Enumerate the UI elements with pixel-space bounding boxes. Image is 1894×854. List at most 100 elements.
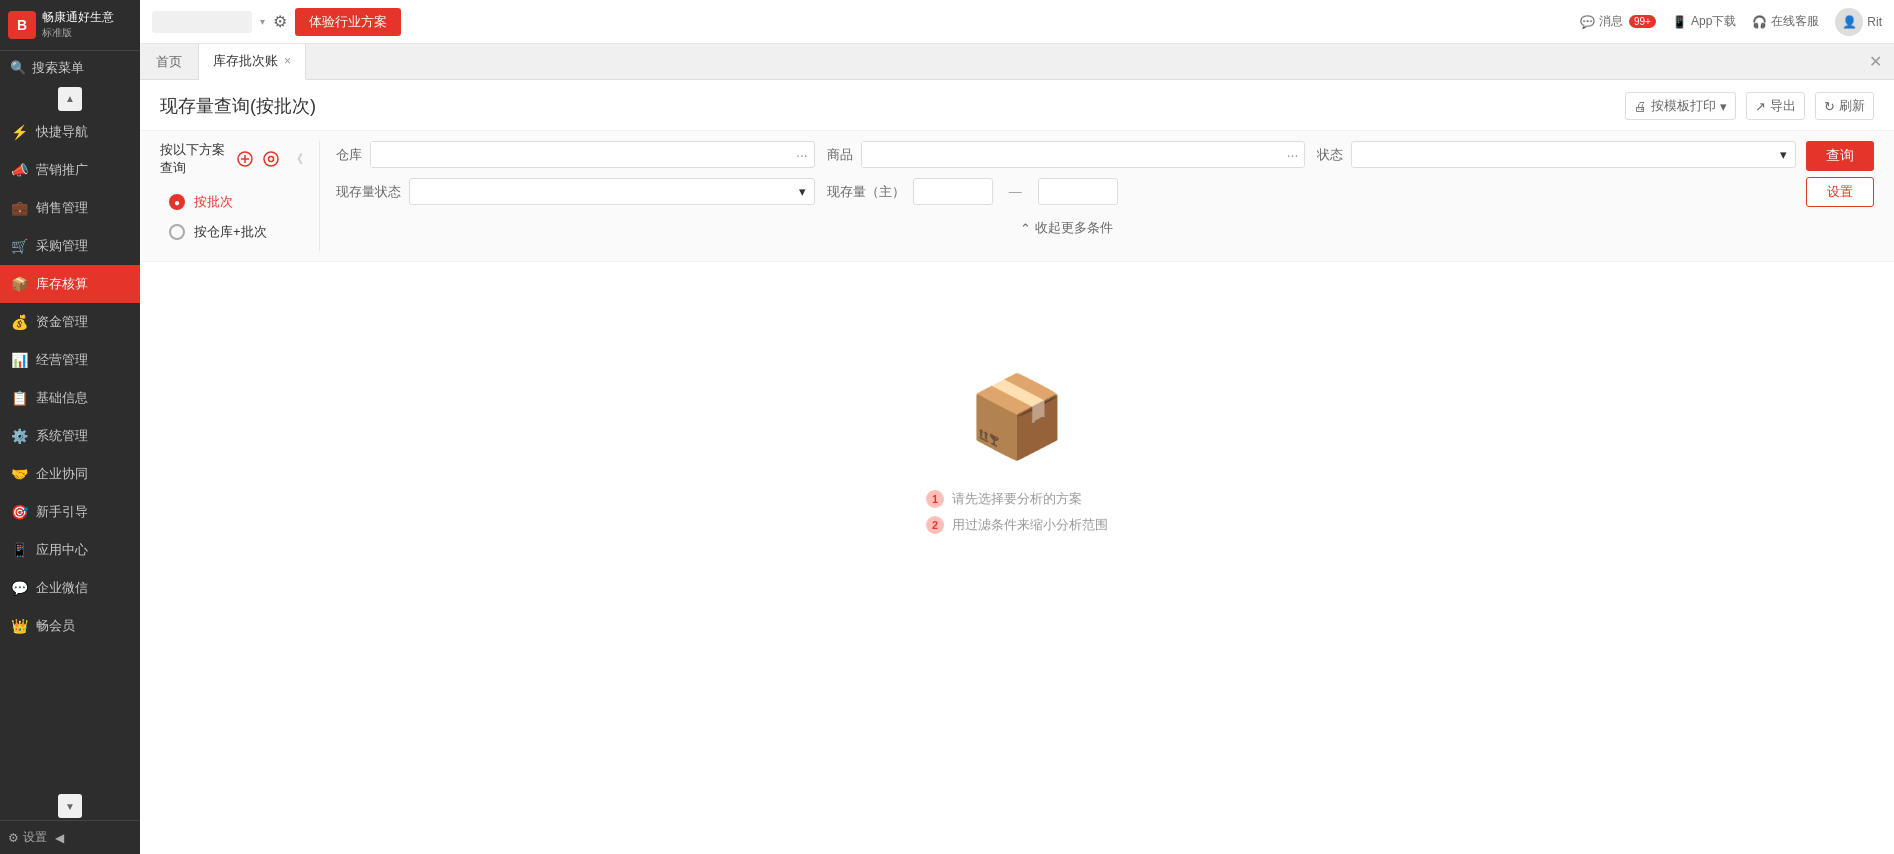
- sidebar-item-label: 采购管理: [36, 237, 88, 255]
- sidebar-header: B 畅康通好生意 标准版: [0, 0, 140, 51]
- user-area[interactable]: 👤 Rit: [1835, 8, 1882, 36]
- warehouse-label: 仓库: [336, 146, 362, 164]
- operations-icon: 📊: [10, 351, 28, 369]
- warehouse-input[interactable]: ···: [370, 141, 815, 168]
- status-label: 状态: [1317, 146, 1343, 164]
- sidebar-item-purchase[interactable]: 🛒 采购管理: [0, 227, 140, 265]
- stock-qty-dash: —: [1001, 184, 1030, 199]
- sidebar-item-apps[interactable]: 📱 应用中心: [0, 531, 140, 569]
- scheme-warehouse-batch-option[interactable]: 按仓库+批次: [160, 217, 307, 247]
- sidebar-item-label: 畅会员: [36, 617, 75, 635]
- sidebar-scroll-down[interactable]: ▼: [58, 794, 82, 818]
- stock-qty-filter-group: 现存量（主） —: [827, 178, 1306, 205]
- sidebar-item-label: 快捷导航: [36, 123, 88, 141]
- sidebar-item-label: 销售管理: [36, 199, 88, 217]
- tab-home-label: 首页: [156, 53, 182, 71]
- stock-qty-min-input[interactable]: [913, 178, 993, 205]
- sidebar-item-label: 企业协同: [36, 465, 88, 483]
- sidebar-item-operations[interactable]: 📊 经营管理: [0, 341, 140, 379]
- filter-settings-btn[interactable]: 设置: [1806, 177, 1874, 207]
- page-title: 现存量查询(按批次): [160, 94, 316, 118]
- tab-inventory-batch[interactable]: 库存批次账 ×: [199, 44, 306, 80]
- status-chevron-icon: ▾: [1780, 147, 1787, 162]
- filter-fields: 仓库 ··· 商品: [336, 141, 1796, 251]
- topbar-gear-icon[interactable]: ⚙: [273, 12, 287, 31]
- product-filter-group: 商品 ···: [827, 141, 1306, 168]
- status-select[interactable]: ▾: [1351, 141, 1796, 168]
- sidebar-item-basic[interactable]: 📋 基础信息: [0, 379, 140, 417]
- apps-icon: 📱: [10, 541, 28, 559]
- tabbar: 首页 库存批次账 × ✕: [140, 44, 1894, 80]
- finance-icon: 💰: [10, 313, 28, 331]
- sidebar-item-enterprise[interactable]: 🤝 企业协同: [0, 455, 140, 493]
- filter-settings-btn[interactable]: [261, 149, 281, 169]
- filter-scheme-icons: 《: [235, 149, 307, 169]
- stock-status-select[interactable]: ▾: [409, 178, 815, 205]
- stock-status-filter-group: 现存量状态 ▾: [336, 178, 815, 205]
- warehouse-text-input[interactable]: [371, 142, 790, 167]
- product-input[interactable]: ···: [861, 141, 1306, 168]
- tab-close-icon[interactable]: ×: [284, 54, 291, 68]
- newbie-icon: 🎯: [10, 503, 28, 521]
- user-avatar: 👤: [1835, 8, 1863, 36]
- stock-status-chevron-icon: ▾: [799, 184, 806, 199]
- collapse-arrow-icon: ⌃: [1020, 221, 1031, 236]
- sidebar-item-finance[interactable]: 💰 资金管理: [0, 303, 140, 341]
- export-btn[interactable]: ↗ 导出: [1746, 92, 1805, 120]
- sidebar-item-inventory[interactable]: 📦 库存核算: [0, 265, 140, 303]
- product-text-input[interactable]: [862, 142, 1281, 167]
- enterprise-icon: 🤝: [10, 465, 28, 483]
- print-btn[interactable]: 🖨 按模板打印 ▾: [1625, 92, 1736, 120]
- query-btn[interactable]: 查询: [1806, 141, 1874, 171]
- sidebar-item-system[interactable]: ⚙️ 系统管理: [0, 417, 140, 455]
- topbar-dropdown-icon[interactable]: ▾: [260, 16, 265, 27]
- print-icon: 🖨: [1634, 99, 1647, 114]
- sidebar-scroll-up[interactable]: ▲: [58, 87, 82, 111]
- member-icon: 👑: [10, 617, 28, 635]
- filter-add-btn[interactable]: [235, 149, 255, 169]
- sidebar-item-wechat[interactable]: 💬 企业微信: [0, 569, 140, 607]
- app-download-item[interactable]: 📱 App下载: [1672, 13, 1736, 30]
- messages-item[interactable]: 💬 消息 99+: [1580, 13, 1656, 30]
- trial-btn[interactable]: 体验行业方案: [295, 8, 401, 36]
- marketing-icon: 📣: [10, 161, 28, 179]
- sidebar-item-newbie[interactable]: 🎯 新手引导: [0, 493, 140, 531]
- tab-home[interactable]: 首页: [140, 44, 199, 80]
- panel-close-icon: ✕: [1869, 53, 1882, 70]
- collapse-more-btn[interactable]: ⌃ 收起更多条件: [1012, 215, 1121, 241]
- topbar: ▾ ⚙ 体验行业方案 💬 消息 99+ 📱 App下载 🎧 在线客服: [140, 0, 1894, 44]
- sidebar-item-quick-nav[interactable]: ⚡ 快捷导航: [0, 113, 140, 151]
- sidebar-item-sales[interactable]: 💼 销售管理: [0, 189, 140, 227]
- sidebar-item-marketing[interactable]: 📣 营销推广: [0, 151, 140, 189]
- stock-qty-max-input[interactable]: [1038, 178, 1118, 205]
- sidebar-settings-btn[interactable]: ⚙ 设置: [8, 829, 47, 846]
- empty-hints: 1 请先选择要分析的方案 2 用过滤条件来缩小分析范围: [926, 490, 1108, 534]
- sales-icon: 💼: [10, 199, 28, 217]
- sidebar-item-member[interactable]: 👑 畅会员: [0, 607, 140, 645]
- sidebar-search[interactable]: 🔍 搜索菜单: [0, 51, 140, 85]
- filter-collapse-btn[interactable]: 《: [287, 149, 307, 169]
- app-title: 畅康通好生意 标准版: [42, 10, 114, 40]
- scheme-batch-option[interactable]: ● 按批次: [160, 187, 307, 217]
- search-icon: 🔍: [10, 60, 26, 75]
- messages-badge: 99+: [1629, 15, 1656, 28]
- stock-status-label: 现存量状态: [336, 183, 401, 201]
- online-service-item[interactable]: 🎧 在线客服: [1752, 13, 1819, 30]
- topbar-left: ▾ ⚙ 体验行业方案: [152, 8, 1572, 36]
- refresh-icon: ↻: [1824, 99, 1835, 114]
- filter-right-panel: 仓库 ··· 商品: [336, 141, 1874, 251]
- basic-icon: 📋: [10, 389, 28, 407]
- scheme-batch-icon: ●: [168, 193, 186, 211]
- topbar-search-input[interactable]: [152, 11, 252, 33]
- hint-item-1: 1 请先选择要分析的方案: [926, 490, 1108, 508]
- headset-icon: 🎧: [1752, 15, 1767, 29]
- product-label: 商品: [827, 146, 853, 164]
- warehouse-dots-icon[interactable]: ···: [790, 147, 814, 163]
- tab-panel-close[interactable]: ✕: [1869, 52, 1894, 71]
- sidebar-collapse-btn[interactable]: ◀: [55, 829, 64, 846]
- warehouse-filter-group: 仓库 ···: [336, 141, 815, 168]
- product-dots-icon[interactable]: ···: [1281, 147, 1305, 163]
- refresh-btn[interactable]: ↻ 刷新: [1815, 92, 1874, 120]
- filter-left-panel: 按以下方案查询: [160, 141, 320, 251]
- sidebar-item-label: 基础信息: [36, 389, 88, 407]
